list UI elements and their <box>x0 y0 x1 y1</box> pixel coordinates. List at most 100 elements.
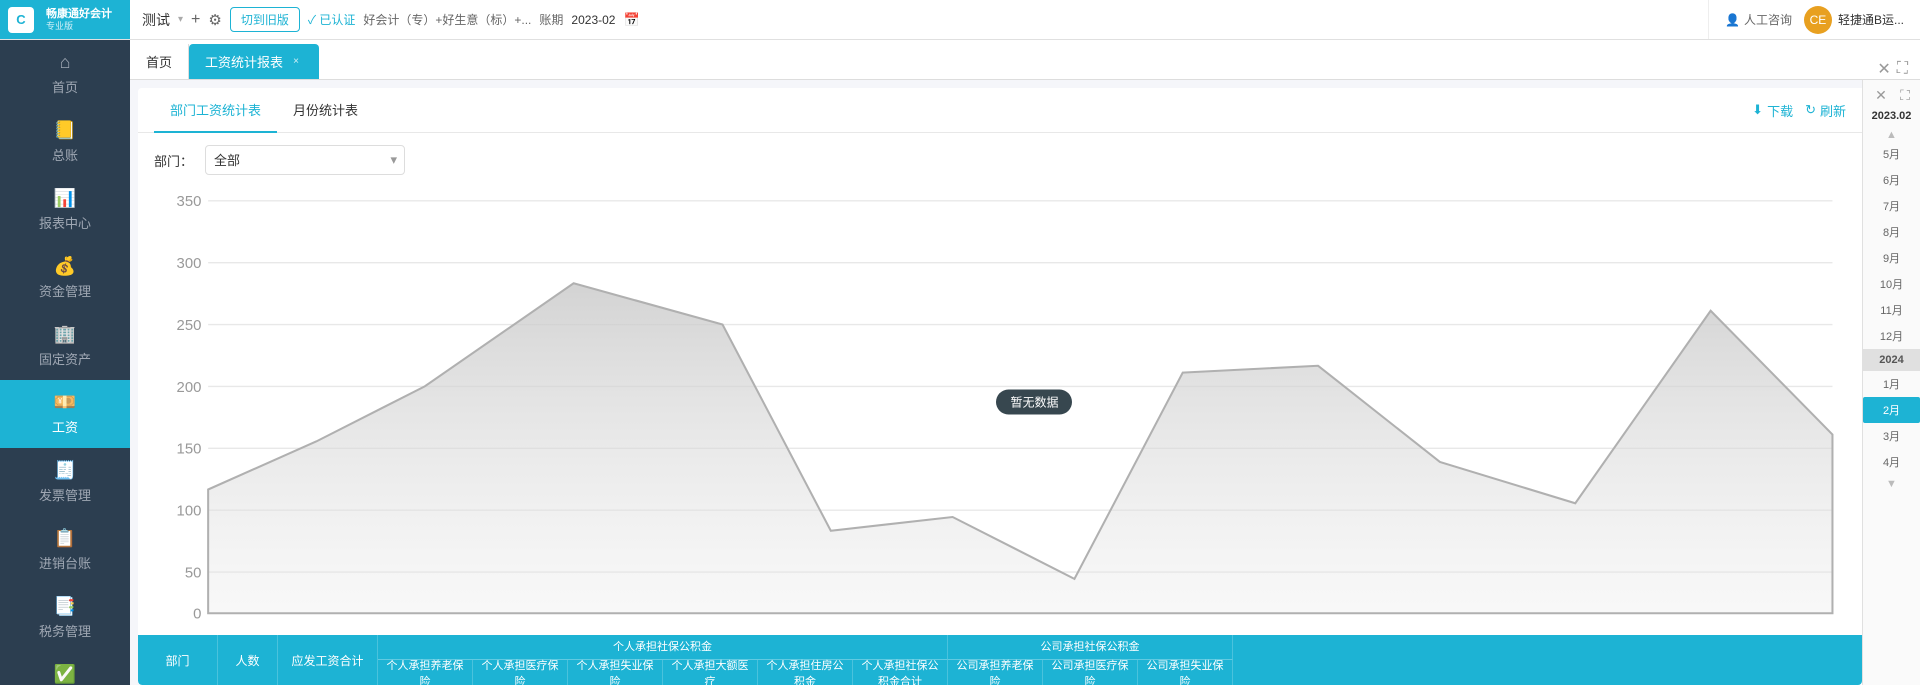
funds-icon: 💰 <box>54 256 76 277</box>
svg-text:200: 200 <box>177 379 202 396</box>
sidebar-item-assets[interactable]: 🏢 固定资产 <box>0 312 130 380</box>
svg-text:350: 350 <box>177 193 202 210</box>
main-panel: 部门工资统计表 月份统计表 ⬇ 下载 ↻ 刷新 <box>138 88 1862 685</box>
col-housing-fund: 个人承担住房公积金 <box>758 660 853 685</box>
panel-maximize-icon[interactable]: ⛶ <box>1894 84 1916 106</box>
caret-icon[interactable]: ▾ <box>178 14 183 25</box>
tab-salary-report[interactable]: 工资统计报表 × <box>189 44 319 79</box>
month-8[interactable]: 8月 <box>1863 219 1920 245</box>
dept-select[interactable]: 全部 <box>205 145 405 175</box>
refresh-icon: ↻ <box>1805 102 1816 118</box>
chart-tooltip: 暂无数据 <box>996 390 1072 415</box>
tab-monthly[interactable]: 月份统计表 <box>277 88 374 133</box>
sales-icon: 📋 <box>54 528 76 549</box>
month-3-2024[interactable]: 3月 <box>1863 423 1920 449</box>
tab-right-icons: ✕ ⛶ <box>1865 59 1920 79</box>
month-2-2024[interactable]: 2月 <box>1863 397 1920 423</box>
content-area: 首页 工资统计报表 × ✕ ⛶ 部门工资统计表 月份统计表 <box>130 40 1920 685</box>
calendar-icon[interactable]: 📅 <box>623 12 639 28</box>
download-icon: ⬇ <box>1752 102 1763 118</box>
col-pension: 个人承担养老保险 <box>378 660 473 685</box>
year-2024-label: 2024 <box>1863 349 1920 371</box>
month-11[interactable]: 11月 <box>1863 297 1920 323</box>
month-12[interactable]: 12月 <box>1863 323 1920 349</box>
tab-dept-salary[interactable]: 部门工资统计表 <box>154 88 277 133</box>
settings-icon[interactable]: ⚙ <box>208 11 221 29</box>
invoice-icon: 🧾 <box>54 460 76 481</box>
salary-icon: 💴 <box>54 392 76 413</box>
settle-icon: ✅ <box>54 664 76 685</box>
col-total-insurance: 个人承担社保公积金合计 <box>853 660 948 685</box>
rsp-header: ✕ ⛶ <box>1863 80 1920 106</box>
add-icon[interactable]: + <box>191 11 200 29</box>
sidebar-item-funds[interactable]: 💰 资金管理 <box>0 244 130 312</box>
col-company-unemployment: 公司承担失业保险 <box>1138 660 1233 685</box>
personal-group-cols: 个人承担养老保险 个人承担医疗保险 个人承担失业保险 个人承担大额医疗 个人承担… <box>378 660 948 685</box>
col-medical: 个人承担医疗保险 <box>473 660 568 685</box>
sub-tab-actions: ⬇ 下载 ↻ 刷新 <box>1752 101 1846 120</box>
sidebar-item-home[interactable]: ⌂ 首页 <box>0 40 130 108</box>
month-4-2024[interactable]: 4月 <box>1863 449 1920 475</box>
month-6[interactable]: 6月 <box>1863 167 1920 193</box>
logo-area: C 畅康通好会计 专业版 <box>0 0 130 39</box>
svg-text:250: 250 <box>177 317 202 334</box>
dept-select-wrapper[interactable]: 全部 <box>205 145 405 175</box>
table-footer: 部门 人数 应发工资合计 个人承担社保公积金 个人承担养老保险 个人承担医疗保险… <box>138 635 1862 685</box>
sidebar-item-ledger[interactable]: 📒 总账 <box>0 108 130 176</box>
user-avatar: CE <box>1804 6 1832 34</box>
tab-bar: 首页 工资统计报表 × ✕ ⛶ <box>130 40 1920 80</box>
month-10[interactable]: 10月 <box>1863 271 1920 297</box>
month-1-2024[interactable]: 1月 <box>1863 371 1920 397</box>
close-window-icon[interactable]: ✕ <box>1877 59 1890 79</box>
sidebar-item-reports[interactable]: 📊 报表中心 <box>0 176 130 244</box>
sidebar-item-settle[interactable]: ✅ 结账 <box>0 652 130 685</box>
month-7[interactable]: 7月 <box>1863 193 1920 219</box>
maximize-window-icon[interactable]: ⛶ <box>1897 60 1908 78</box>
ledger-icon: 📒 <box>54 120 76 141</box>
col-large-medical: 个人承担大额医疗 <box>663 660 758 685</box>
col-dept: 部门 <box>138 635 218 685</box>
logo-text: 畅康通好会计 专业版 <box>46 7 112 32</box>
reports-icon: 📊 <box>54 188 76 209</box>
svg-text:0: 0 <box>193 606 201 623</box>
up-arrow[interactable]: ▲ <box>1863 126 1920 141</box>
sidebar-item-tax[interactable]: 📑 税务管理 <box>0 584 130 652</box>
year-period-label: 2023.02 <box>1863 106 1920 126</box>
sidebar-item-sales[interactable]: 📋 进销台账 <box>0 516 130 584</box>
svg-text:50: 50 <box>185 564 202 581</box>
download-button[interactable]: ⬇ 下载 <box>1752 101 1793 120</box>
topbar-right: 👤 人工咨询 CE 轻捷通B运... <box>1708 0 1920 39</box>
down-arrow-icon[interactable]: ▼ <box>1886 478 1897 490</box>
certified-badge: ✓ 已认证 <box>308 11 356 28</box>
col-total-salary: 应发工资合计 <box>278 635 378 685</box>
refresh-button[interactable]: ↻ 刷新 <box>1805 101 1846 120</box>
sidebar: ⌂ 首页 📒 总账 📊 报表中心 💰 资金管理 🏢 固定资产 💴 工资 <box>0 40 130 685</box>
topbar-main: 测试 ▾ + ⚙ 切到旧版 ✓ 已认证 好会计（专）+好生意（标）+... 账期… <box>130 0 1708 39</box>
sub-tabs: 部门工资统计表 月份统计表 ⬇ 下载 ↻ 刷新 <box>138 88 1862 133</box>
home-icon: ⌂ <box>60 52 71 73</box>
col-count: 人数 <box>218 635 278 685</box>
company-group-cols: 公司承担养老保险 公司承担医疗保险 公司承担失业保险 <box>948 660 1233 685</box>
month-9[interactable]: 9月 <box>1863 245 1920 271</box>
down-arrow[interactable]: ▼ <box>1863 475 1920 490</box>
svg-text:300: 300 <box>177 255 202 272</box>
assets-icon: 🏢 <box>54 324 76 345</box>
company-name: 测试 <box>142 10 170 30</box>
sidebar-item-salary[interactable]: 💴 工资 <box>0 380 130 448</box>
up-arrow-icon[interactable]: ▲ <box>1886 129 1897 141</box>
sidebar-item-invoice[interactable]: 🧾 发票管理 <box>0 448 130 516</box>
filter-bar: 部门： 全部 <box>138 133 1862 187</box>
service-btn[interactable]: 👤 人工咨询 <box>1725 11 1792 28</box>
switch-button[interactable]: 切到旧版 <box>230 7 300 32</box>
company-insurance-group: 公司承担社保公积金 公司承担养老保险 公司承担医疗保险 公司承担失业保险 <box>948 635 1233 685</box>
page-body: 部门工资统计表 月份统计表 ⬇ 下载 ↻ 刷新 <box>130 80 1920 685</box>
tab-home[interactable]: 首页 <box>130 44 189 79</box>
user-name: 轻捷通B运... <box>1838 11 1904 28</box>
personal-insurance-group: 个人承担社保公积金 个人承担养老保险 个人承担医疗保险 个人承担失业保险 个人承… <box>378 635 948 685</box>
month-5[interactable]: 5月 <box>1863 141 1920 167</box>
right-side-panel: ✕ ⛶ 2023.02 ▲ 5月 6月 7月 8月 9月 10月 11月 12月… <box>1862 80 1920 685</box>
tab-close-icon[interactable]: × <box>289 55 303 69</box>
user-area[interactable]: CE 轻捷通B运... <box>1804 6 1904 34</box>
panel-close-icon[interactable]: ✕ <box>1870 84 1892 106</box>
col-unemployment: 个人承担失业保险 <box>568 660 663 685</box>
